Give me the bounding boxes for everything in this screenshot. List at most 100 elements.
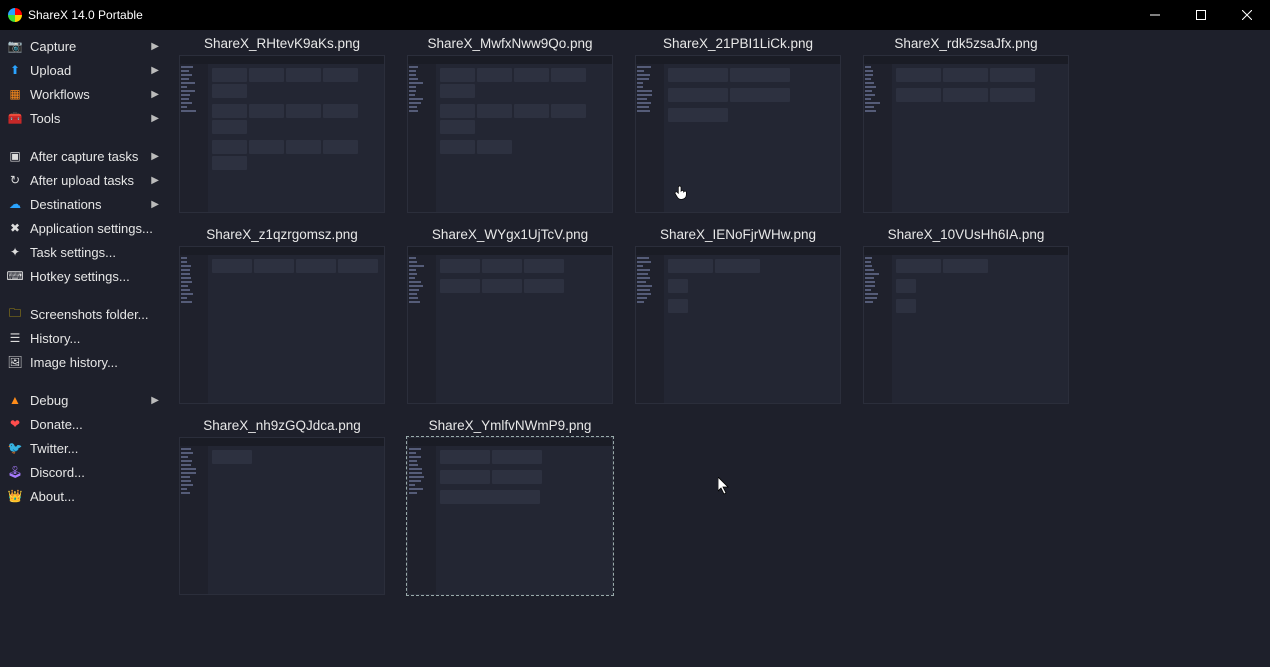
- sidebar-item-label: Screenshots folder...: [30, 307, 149, 322]
- thumbnail-image[interactable]: [407, 437, 613, 595]
- chevron-right-icon: ▶: [151, 199, 159, 210]
- sidebar-item-label: Task settings...: [30, 245, 116, 260]
- sidebar-item-after-capture[interactable]: ▣After capture tasks▶: [0, 144, 165, 168]
- thumbnail-grid: ShareX_RHtevK9aKs.png ShareX_MwfxNww9Qo.p…: [175, 36, 1260, 595]
- thumbnail-image[interactable]: [179, 55, 385, 213]
- sidebar-item-task-settings[interactable]: ✦ Task settings...: [0, 240, 165, 264]
- titlebar[interactable]: ShareX 14.0 Portable: [0, 0, 1270, 30]
- body: 📷Capture▶⬆Upload▶▦Workflows▶🧰Tools▶▣Afte…: [0, 30, 1270, 667]
- after-upload-icon: ↻: [8, 173, 22, 187]
- sidebar: 📷Capture▶⬆Upload▶▦Workflows▶🧰Tools▶▣Afte…: [0, 30, 165, 667]
- sidebar-item-about[interactable]: 👑 About...: [0, 484, 165, 508]
- chevron-right-icon: ▶: [151, 175, 159, 186]
- titlebar-left: ShareX 14.0 Portable: [0, 8, 143, 22]
- sidebar-item-label: Debug: [30, 393, 68, 408]
- thumbnail-label: ShareX_YmlfvNWmP9.png: [403, 418, 617, 433]
- image-history-icon: 🖼: [8, 355, 22, 369]
- sidebar-item-workflows[interactable]: ▦ Workflows ▶: [0, 82, 165, 106]
- thumbnail-image[interactable]: [863, 246, 1069, 404]
- upload-icon: ⬆: [8, 63, 22, 77]
- main-window: ShareX 14.0 Portable 📷 Capture ▶ ⬆ Upload ▶ ▦ W…: [0, 0, 1270, 667]
- thumbnail-item[interactable]: ShareX_nh9zGQJdca.png: [175, 418, 389, 595]
- sidebar-item-debug[interactable]: ▲Debug▶: [0, 388, 165, 412]
- thumbnail-item[interactable]: ShareX_rdk5zsaJfx.png: [859, 36, 1073, 213]
- sidebar-item-label: Capture: [30, 39, 76, 54]
- twitter-icon: 🐦: [8, 441, 22, 455]
- sidebar-item-label: Upload: [30, 63, 71, 78]
- destinations-icon: ☁: [8, 197, 22, 211]
- close-button[interactable]: [1224, 0, 1270, 30]
- maximize-icon: [1196, 10, 1206, 20]
- chevron-right-icon: ▶: [151, 41, 159, 52]
- thumbnail-image[interactable]: [407, 246, 613, 404]
- sidebar-item-donate[interactable]: ❤Donate...: [0, 412, 165, 436]
- thumbnail-item[interactable]: ShareX_z1qzrgomsz.png: [175, 227, 389, 404]
- sidebar-item-capture[interactable]: 📷 Capture ▶: [0, 34, 165, 58]
- maximize-button[interactable]: [1178, 0, 1224, 30]
- window-title: ShareX 14.0 Portable: [28, 8, 143, 22]
- thumbnail-image[interactable]: [407, 55, 613, 213]
- sidebar-item-screenshots-folder[interactable]: 🗀 Screenshots folder...: [0, 302, 165, 326]
- thumbnail-item[interactable]: ShareX_RHtevK9aKs.png: [175, 36, 389, 213]
- sidebar-item-label: Workflows: [30, 87, 90, 102]
- thumbnail-label: ShareX_RHtevK9aKs.png: [175, 36, 389, 51]
- app-icon: [8, 8, 22, 22]
- sidebar-item-label: After capture tasks: [30, 149, 138, 164]
- sidebar-item-label: Tools: [30, 111, 60, 126]
- sidebar-item-app-settings[interactable]: ✖Application settings...: [0, 216, 165, 240]
- thumbnail-image[interactable]: [179, 246, 385, 404]
- sidebar-item-destinations[interactable]: ☁ Destinations ▶: [0, 192, 165, 216]
- sidebar-item-label: Discord...: [30, 465, 85, 480]
- app-settings-icon: ✖: [8, 221, 22, 235]
- thumbnail-image[interactable]: [863, 55, 1069, 213]
- sidebar-item-label: Hotkey settings...: [30, 269, 130, 284]
- thumbnail-image[interactable]: [635, 55, 841, 213]
- thumbnail-image[interactable]: [179, 437, 385, 595]
- thumbnail-label: ShareX_21PBI1LiCk.png: [631, 36, 845, 51]
- chevron-right-icon: ▶: [151, 89, 159, 100]
- content-area[interactable]: ShareX_RHtevK9aKs.png ShareX_MwfxNww9Qo.p…: [165, 30, 1270, 667]
- thumbnail-label: ShareX_MwfxNww9Qo.png: [403, 36, 617, 51]
- close-icon: [1242, 10, 1252, 20]
- minimize-icon: [1150, 10, 1160, 20]
- sidebar-item-label: After upload tasks: [30, 173, 134, 188]
- thumbnail-item[interactable]: ShareX_IENoFjrWHw.png: [631, 227, 845, 404]
- thumbnail-label: ShareX_WYgx1UjTcV.png: [403, 227, 617, 242]
- screenshots-folder-icon: 🗀: [8, 304, 22, 325]
- task-settings-icon: ✦: [8, 245, 22, 259]
- sidebar-item-label: Destinations: [30, 197, 102, 212]
- thumbnail-label: ShareX_rdk5zsaJfx.png: [859, 36, 1073, 51]
- sidebar-item-history[interactable]: ☰ History...: [0, 326, 165, 350]
- sidebar-item-image-history[interactable]: 🖼Image history...: [0, 350, 165, 374]
- chevron-right-icon: ▶: [151, 65, 159, 76]
- discord-icon: 🕹: [8, 465, 22, 479]
- sidebar-item-twitter[interactable]: 🐦Twitter...: [0, 436, 165, 460]
- thumbnail-item[interactable]: ShareX_YmlfvNWmP9.png: [403, 418, 617, 595]
- capture-icon: 📷: [8, 39, 22, 53]
- sidebar-item-after-upload[interactable]: ↻ After upload tasks ▶: [0, 168, 165, 192]
- thumbnail-item[interactable]: ShareX_WYgx1UjTcV.png: [403, 227, 617, 404]
- workflows-icon: ▦: [8, 87, 22, 101]
- thumbnail-item[interactable]: ShareX_10VUsHh6IA.png: [859, 227, 1073, 404]
- sidebar-item-discord[interactable]: 🕹 Discord...: [0, 460, 165, 484]
- thumbnail-label: ShareX_10VUsHh6IA.png: [859, 227, 1073, 242]
- thumbnail-label: ShareX_IENoFjrWHw.png: [631, 227, 845, 242]
- debug-icon: ▲: [8, 393, 22, 407]
- about-icon: 👑: [8, 489, 22, 503]
- hotkey-settings-icon: ⌨: [8, 269, 22, 283]
- chevron-right-icon: ▶: [151, 151, 159, 162]
- sidebar-item-hotkey-settings[interactable]: ⌨ Hotkey settings...: [0, 264, 165, 288]
- thumbnail-item[interactable]: ShareX_MwfxNww9Qo.png: [403, 36, 617, 213]
- sidebar-item-label: Donate...: [30, 417, 83, 432]
- minimize-button[interactable]: [1132, 0, 1178, 30]
- thumbnail-image[interactable]: [635, 246, 841, 404]
- thumbnail-item[interactable]: ShareX_21PBI1LiCk.png: [631, 36, 845, 213]
- chevron-right-icon: ▶: [151, 113, 159, 124]
- thumbnail-label: ShareX_z1qzrgomsz.png: [175, 227, 389, 242]
- sidebar-item-label: About...: [30, 489, 75, 504]
- history-icon: ☰: [8, 331, 22, 345]
- sidebar-item-tools[interactable]: 🧰 Tools ▶: [0, 106, 165, 130]
- sidebar-item-upload[interactable]: ⬆ Upload ▶: [0, 58, 165, 82]
- sidebar-item-label: History...: [30, 331, 80, 346]
- tools-icon: 🧰: [8, 111, 22, 125]
